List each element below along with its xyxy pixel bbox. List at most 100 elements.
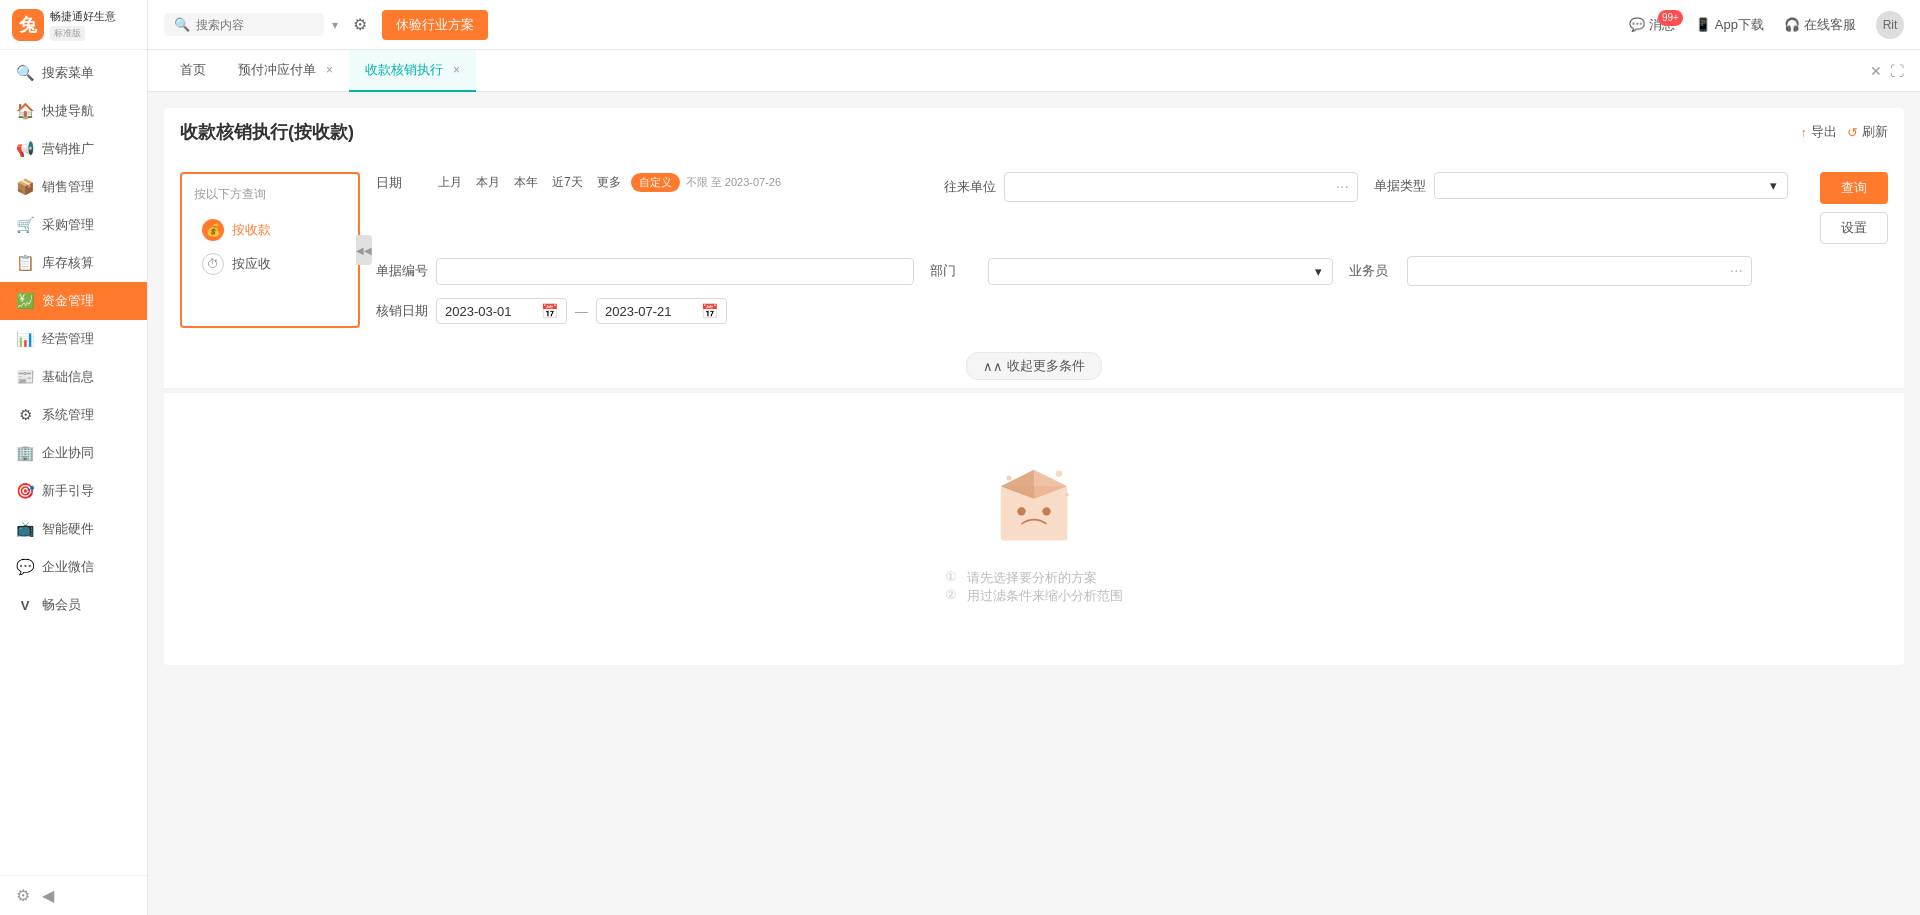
date-this-month[interactable]: 本月 (472, 172, 504, 193)
sidebar-item-label: 智能硬件 (42, 520, 94, 538)
writeoff-date-label: 核销日期 (376, 302, 428, 320)
refresh-label: 刷新 (1862, 123, 1888, 141)
sidebar-item-marketing[interactable]: 📢 营销推广 (0, 130, 147, 168)
sidebar-item-sales[interactable]: 📦 销售管理 (0, 168, 147, 206)
writeoff-end-input[interactable] (605, 304, 695, 319)
tab-close-icon[interactable]: × (453, 63, 460, 77)
svg-point-6 (1056, 471, 1063, 478)
date-last-month[interactable]: 上月 (434, 172, 466, 193)
sidebar-item-label: 经营管理 (42, 330, 94, 348)
industry-solution-button[interactable]: 休验行业方案 (382, 10, 488, 40)
refresh-button[interactable]: ↺ 刷新 (1847, 123, 1888, 141)
customer-service-label: 在线客服 (1804, 16, 1856, 34)
writeoff-start-input[interactable] (445, 304, 535, 319)
sidebar-item-label: 企业微信 (42, 558, 94, 576)
svg-point-5 (1007, 476, 1012, 481)
date-7days[interactable]: 近7天 (548, 172, 587, 193)
collapse-filter-icon[interactable]: ◀◀ (356, 235, 372, 265)
empty-illustration (984, 453, 1084, 553)
logo-badge: 标准版 (50, 26, 85, 41)
sidebar-item-operation[interactable]: 📊 经营管理 (0, 320, 147, 358)
empty-state: ① 请先选择要分析的方案 ② 用过滤条件来缩小分析范围 (164, 393, 1904, 665)
date-more[interactable]: 更多 (593, 172, 625, 193)
calendar-start-icon[interactable]: 📅 (541, 303, 558, 319)
settings-button[interactable]: 设置 (1820, 212, 1888, 244)
avatar: Rit (1876, 11, 1904, 39)
sidebar-item-shortcut[interactable]: 🏠 快捷导航 (0, 92, 147, 130)
empty-hint-1: ① 请先选择要分析的方案 (945, 569, 1123, 587)
sidebar-menu: 🔍 搜索菜单 🏠 快捷导航 📢 营销推广 📦 销售管理 🛒 采购管理 📋 库存核… (0, 50, 147, 875)
top-header: 🔍 ▾ ⚙ 休验行业方案 💬 消息 99+ 📱 App下载 🎧 在线客服 (148, 0, 1920, 50)
partner-label: 往来单位 (944, 178, 996, 196)
collapse-more-button[interactable]: ∧∧ 收起更多条件 (966, 352, 1102, 380)
tab-receipt-writeoff[interactable]: 收款核销执行 × (349, 50, 476, 92)
tab-fullscreen-icon[interactable]: ⛶ (1890, 63, 1904, 79)
tab-close-icon[interactable]: × (326, 63, 333, 77)
marketing-icon: 📢 (16, 140, 34, 158)
purchase-icon: 🛒 (16, 216, 34, 234)
sidebar-item-label: 营销推广 (42, 140, 94, 158)
date-custom[interactable]: 自定义 (631, 173, 680, 192)
filter-by-receipt[interactable]: 💰 按收款 (194, 213, 346, 247)
doc-type-select[interactable]: ▾ (1434, 172, 1788, 199)
tab-close-window-icon[interactable]: ✕ (1870, 63, 1882, 79)
filter-by-receivable[interactable]: ⏱ 按应收 (194, 247, 346, 281)
sidebar-item-label: 企业协同 (42, 444, 94, 462)
date-this-year[interactable]: 本年 (510, 172, 542, 193)
search-icon: 🔍 (16, 64, 34, 82)
settings-icon[interactable]: ⚙ (16, 886, 30, 905)
dropdown-arrow-icon[interactable]: ▾ (332, 18, 338, 32)
tab-home[interactable]: 首页 (164, 50, 222, 92)
customer-service-action[interactable]: 🎧 在线客服 (1784, 16, 1856, 34)
sidebar-item-purchase[interactable]: 🛒 采购管理 (0, 206, 147, 244)
export-icon: ↑ (1801, 125, 1808, 140)
sidebar-item-finance[interactable]: 💹 资金管理 (0, 282, 147, 320)
sidebar-item-label: 新手引导 (42, 482, 94, 500)
sidebar-item-label: 销售管理 (42, 178, 94, 196)
tab-label: 收款核销执行 (365, 61, 443, 79)
main-area: 🔍 ▾ ⚙ 休验行业方案 💬 消息 99+ 📱 App下载 🎧 在线客服 (148, 0, 1920, 915)
sidebar-item-label: 系统管理 (42, 406, 94, 424)
sidebar-item-hardware[interactable]: 📺 智能硬件 (0, 510, 147, 548)
writeoff-end-wrapper[interactable]: 📅 (596, 298, 727, 324)
tab-label: 预付冲应付单 (238, 61, 316, 79)
hardware-icon: 📺 (16, 520, 34, 538)
export-button[interactable]: ↑ 导出 (1801, 123, 1838, 141)
sidebar-item-wechat[interactable]: 💬 企业微信 (0, 548, 147, 586)
message-badge: 99+ (1658, 10, 1683, 26)
header-search-box[interactable]: 🔍 (164, 13, 324, 36)
filter-by-receipt-label: 按收款 (232, 221, 271, 239)
sidebar-item-inventory[interactable]: 📋 库存核算 (0, 244, 147, 282)
calendar-end-icon[interactable]: 📅 (701, 303, 718, 319)
sidebar-item-basic[interactable]: 📰 基础信息 (0, 358, 147, 396)
query-button[interactable]: 查询 (1820, 172, 1888, 204)
date-hint: 不限 至 2023-07-26 (686, 175, 781, 190)
sidebar-item-enterprise[interactable]: 🏢 企业协同 (0, 434, 147, 472)
partner-input[interactable]: ··· (1004, 172, 1358, 202)
header-gear-icon[interactable]: ⚙ (346, 11, 374, 39)
salesman-input[interactable]: ··· (1407, 256, 1752, 286)
collapse-sidebar-icon[interactable]: ◀ (42, 886, 54, 905)
inventory-icon: 📋 (16, 254, 34, 272)
user-profile[interactable]: Rit (1876, 11, 1904, 39)
doc-number-input[interactable] (436, 258, 914, 285)
sidebar-item-member[interactable]: V 畅会员 (0, 586, 147, 624)
page-title-bar: 收款核销执行(按收款) ↑ 导出 ↺ 刷新 (164, 108, 1904, 156)
receipt-filter-icon: 💰 (202, 219, 224, 241)
empty-hint-2: ② 用过滤条件来缩小分析范围 (945, 587, 1123, 605)
dept-select[interactable]: ▾ (988, 258, 1333, 285)
writeoff-start-wrapper[interactable]: 📅 (436, 298, 567, 324)
tab-prepay[interactable]: 预付冲应付单 × (222, 50, 349, 92)
sidebar-bottom: ⚙ ◀ (0, 875, 147, 915)
page-content: 收款核销执行(按收款) ↑ 导出 ↺ 刷新 按以下方查询 💰 按收款 (148, 92, 1920, 915)
sidebar-item-label: 基础信息 (42, 368, 94, 386)
app-download-action[interactable]: 📱 App下载 (1695, 16, 1764, 34)
sidebar-item-system[interactable]: ⚙ 系统管理 (0, 396, 147, 434)
message-action[interactable]: 💬 消息 99+ (1629, 16, 1675, 34)
sidebar-item-guide[interactable]: 🎯 新手引导 (0, 472, 147, 510)
sidebar-item-search[interactable]: 🔍 搜索菜单 (0, 54, 147, 92)
basic-icon: 📰 (16, 368, 34, 386)
page-title: 收款核销执行(按收款) (180, 120, 354, 144)
header-search-input[interactable] (196, 18, 314, 32)
member-icon: V (16, 596, 34, 614)
